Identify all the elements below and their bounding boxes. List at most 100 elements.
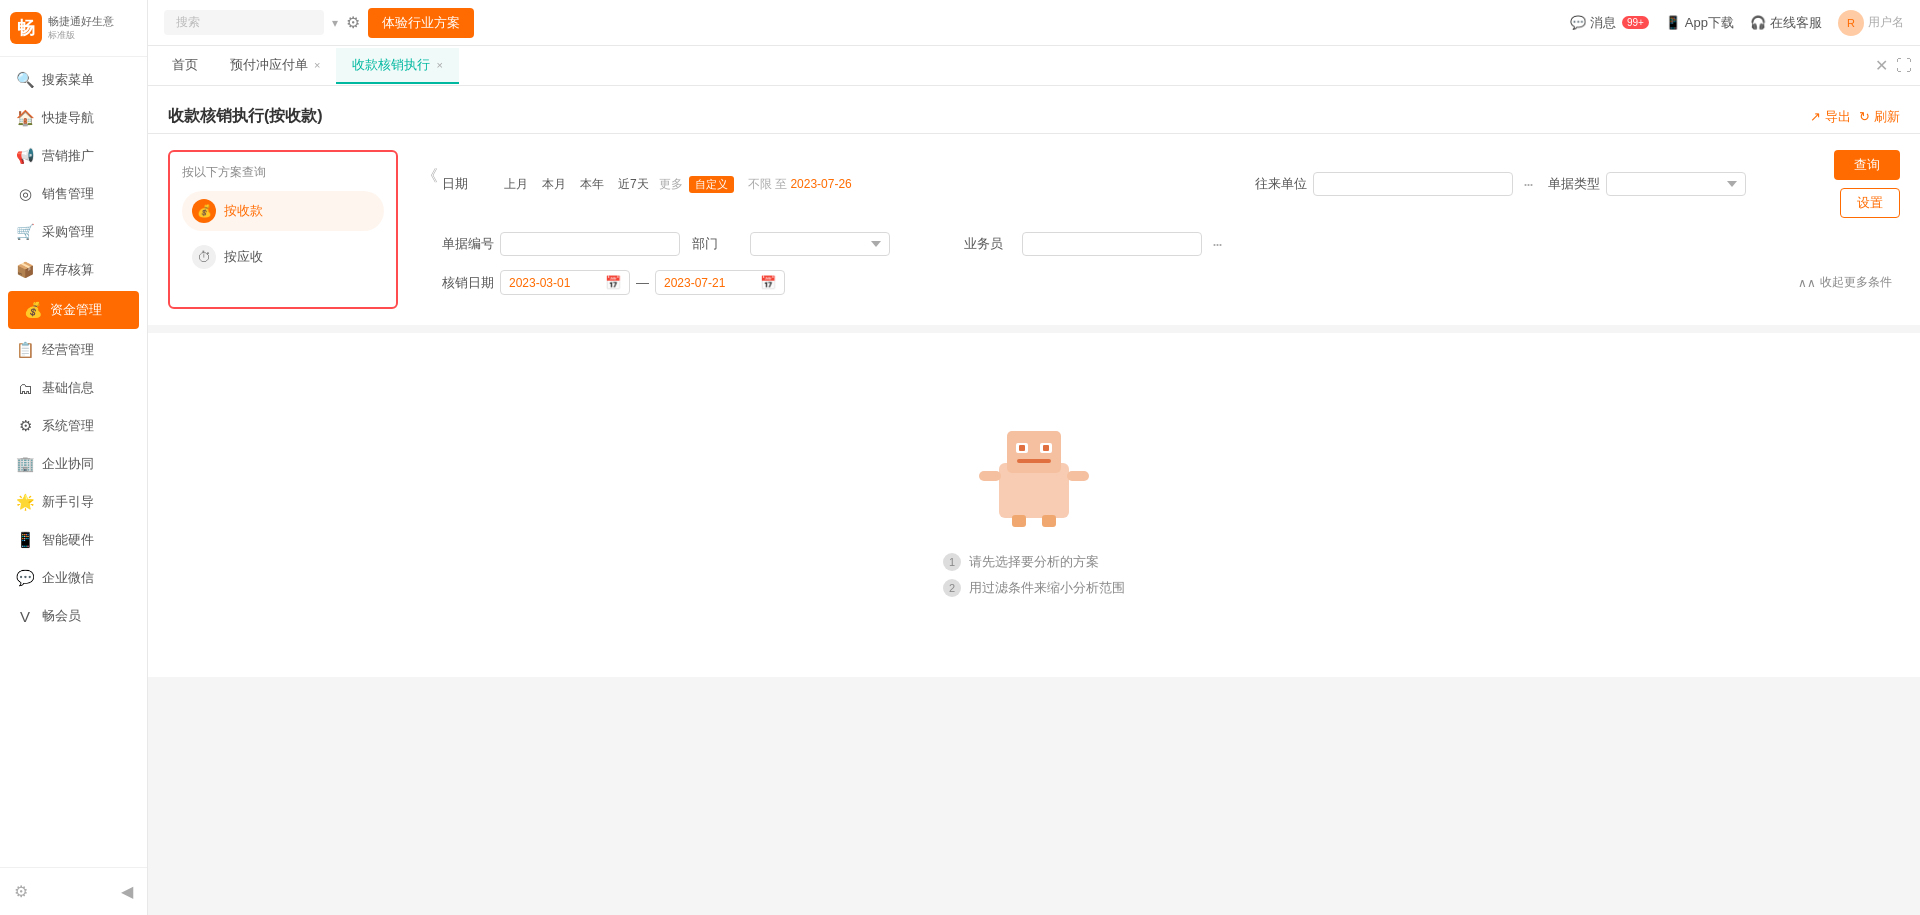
refresh-button[interactable]: ↻ 刷新 <box>1859 108 1900 126</box>
finance-icon: 💰 <box>24 301 42 319</box>
receivable-option-icon: ⏱ <box>192 245 216 269</box>
search-bar[interactable]: 搜索 <box>164 10 324 35</box>
sidebar-item-wechat[interactable]: 💬 企业微信 <box>0 559 147 597</box>
sidebar-item-quick-nav[interactable]: 🏠 快捷导航 <box>0 99 147 137</box>
staff-ellipsis-btn[interactable]: ··· <box>1208 234 1225 255</box>
logo-text: 畅捷通好生意 <box>48 14 114 28</box>
tabs-actions: ✕ ⛶ <box>1875 56 1912 75</box>
verify-date-start-value: 2023-03-01 <box>509 276 570 290</box>
sidebar-item-search-menu[interactable]: 🔍 搜索菜单 <box>0 61 147 99</box>
sidebar-item-member[interactable]: V 畅会员 <box>0 597 147 635</box>
date-shortcuts: 上月 本月 本年 近7天 更多 自定义 <box>500 174 734 195</box>
messages-badge: 99+ <box>1622 16 1649 29</box>
tab-home[interactable]: 首页 <box>156 48 214 84</box>
export-button[interactable]: ↗ 导出 <box>1810 108 1851 126</box>
calendar-start-icon: 📅 <box>605 275 621 290</box>
sidebar-item-sales[interactable]: ◎ 销售管理 <box>0 175 147 213</box>
inventory-icon: 📦 <box>16 261 34 279</box>
sidebar-item-purchase[interactable]: 🛒 采购管理 <box>0 213 147 251</box>
sidebar-settings-btn[interactable]: ⚙ <box>10 878 32 905</box>
sidebar-label-marketing: 营销推广 <box>42 147 94 165</box>
avatar: R <box>1838 10 1864 36</box>
partner-input[interactable] <box>1313 172 1513 196</box>
date-shortcut-this-month[interactable]: 本月 <box>538 174 570 195</box>
verify-date-end-input[interactable]: 2023-07-21 📅 <box>655 270 785 295</box>
dept-select[interactable] <box>750 232 890 256</box>
verify-date-field: 核销日期 2023-03-01 📅 — 2023-07-21 📅 <box>442 270 785 295</box>
export-icon: ↗ <box>1810 109 1821 124</box>
verify-date-start-input[interactable]: 2023-03-01 📅 <box>500 270 630 295</box>
date-shortcut-last-month[interactable]: 上月 <box>500 174 532 195</box>
doc-no-input[interactable] <box>500 232 680 256</box>
date-more-btn[interactable]: 更多 <box>659 176 683 193</box>
online-service-btn[interactable]: 🎧 在线客服 <box>1750 14 1822 32</box>
solution-button[interactable]: 体验行业方案 <box>368 8 474 38</box>
sidebar-item-inventory[interactable]: 📦 库存核算 <box>0 251 147 289</box>
sidebar-item-marketing[interactable]: 📢 营销推广 <box>0 137 147 175</box>
date-shortcut-7days[interactable]: 近7天 <box>614 174 653 195</box>
sidebar-collapse-btn[interactable]: ◀ <box>117 878 137 905</box>
export-label: 导出 <box>1825 108 1851 126</box>
home-icon: 🏠 <box>16 109 34 127</box>
tab-payment-verify-close[interactable]: × <box>436 59 442 71</box>
svg-rect-6 <box>1017 459 1051 463</box>
page-title: 收款核销执行(按收款) <box>168 106 323 127</box>
doc-type-select[interactable] <box>1606 172 1746 196</box>
sidebar-item-enterprise[interactable]: 🏢 企业协同 <box>0 445 147 483</box>
tab-home-label: 首页 <box>172 56 198 74</box>
date-shortcut-this-year[interactable]: 本年 <box>576 174 608 195</box>
tab-prepay[interactable]: 预付冲应付单 × <box>214 48 336 84</box>
basic-info-icon: 🗂 <box>16 380 34 397</box>
filter-left-title: 按以下方案查询 <box>182 164 384 181</box>
sidebar-item-hardware[interactable]: 📱 智能硬件 <box>0 521 147 559</box>
filter-area: 按以下方案查询 💰 按收款 ⏱ 按应收 《 <box>148 134 1920 325</box>
app-download-btn[interactable]: 📱 App下载 <box>1665 14 1734 32</box>
topbar-chevron-icon[interactable]: ▾ <box>332 16 338 30</box>
online-service-label: 在线客服 <box>1770 14 1822 32</box>
topbar-gear-icon[interactable]: ⚙ <box>346 13 360 32</box>
query-button[interactable]: 查询 <box>1834 150 1900 180</box>
tab-expand-btn[interactable]: ⛶ <box>1896 57 1912 75</box>
sidebar-item-basic-info[interactable]: 🗂 基础信息 <box>0 369 147 407</box>
logo-icon: 畅 <box>10 12 42 44</box>
user-area[interactable]: R 用户名 <box>1838 10 1904 36</box>
sidebar-item-operations[interactable]: 📋 经营管理 <box>0 331 147 369</box>
messages-btn[interactable]: 💬 消息 99+ <box>1570 14 1649 32</box>
staff-input[interactable] <box>1022 232 1202 256</box>
empty-hint-2: 2 用过滤条件来缩小分析范围 <box>943 579 1125 597</box>
tab-payment-verify[interactable]: 收款核销执行 × <box>336 48 458 84</box>
sidebar: 畅 畅捷通好生意 标准版 🔍 搜索菜单 🏠 快捷导航 📢 营销推广 ◎ 销售管理… <box>0 0 148 915</box>
messages-label: 消息 <box>1590 14 1616 32</box>
logo-sub: 标准版 <box>48 29 114 42</box>
filter-collapse-btn[interactable]: 《 <box>418 162 442 191</box>
receivable-option-label: 按应收 <box>224 248 263 266</box>
filter-option-by-payment[interactable]: 💰 按收款 <box>182 191 384 231</box>
svg-rect-5 <box>1043 445 1049 451</box>
search-placeholder: 搜索 <box>176 15 200 29</box>
sidebar-item-finance[interactable]: 💰 资金管理 <box>8 291 139 329</box>
main-area: 搜索 ▾ ⚙ 体验行业方案 💬 消息 99+ 📱 App下载 🎧 在线客服 R … <box>148 0 1920 915</box>
empty-state: 1 请先选择要分析的方案 2 用过滤条件来缩小分析范围 <box>148 333 1920 677</box>
hint-num-2: 2 <box>943 579 961 597</box>
tab-prepay-close[interactable]: × <box>314 59 320 71</box>
empty-svg <box>974 413 1094 533</box>
marketing-icon: 📢 <box>16 147 34 165</box>
sidebar-item-guide[interactable]: 🌟 新手引导 <box>0 483 147 521</box>
filter-left-panel: 按以下方案查询 💰 按收款 ⏱ 按应收 <box>168 150 398 309</box>
settings-button[interactable]: 设置 <box>1840 188 1900 218</box>
collapse-more-button[interactable]: ∧∧ 收起更多条件 <box>1790 270 1900 295</box>
tab-close-all-btn[interactable]: ✕ <box>1875 56 1888 75</box>
doc-type-label: 单据类型 <box>1548 175 1600 193</box>
sidebar-label-hardware: 智能硬件 <box>42 531 94 549</box>
filter-option-by-receivable[interactable]: ⏱ 按应收 <box>182 237 384 277</box>
topbar-left: 搜索 ▾ ⚙ 体验行业方案 <box>164 8 474 38</box>
doc-no-label: 单据编号 <box>442 235 494 253</box>
doc-type-field: 单据类型 <box>1548 172 1808 196</box>
partner-ellipsis-btn[interactable]: ··· <box>1519 174 1536 195</box>
sidebar-label-guide: 新手引导 <box>42 493 94 511</box>
sidebar-item-system[interactable]: ⚙ 系统管理 <box>0 407 147 445</box>
empty-hint-1-text: 请先选择要分析的方案 <box>969 553 1099 571</box>
svg-rect-4 <box>1019 445 1025 451</box>
calendar-end-icon: 📅 <box>760 275 776 290</box>
wechat-icon: 💬 <box>16 569 34 587</box>
